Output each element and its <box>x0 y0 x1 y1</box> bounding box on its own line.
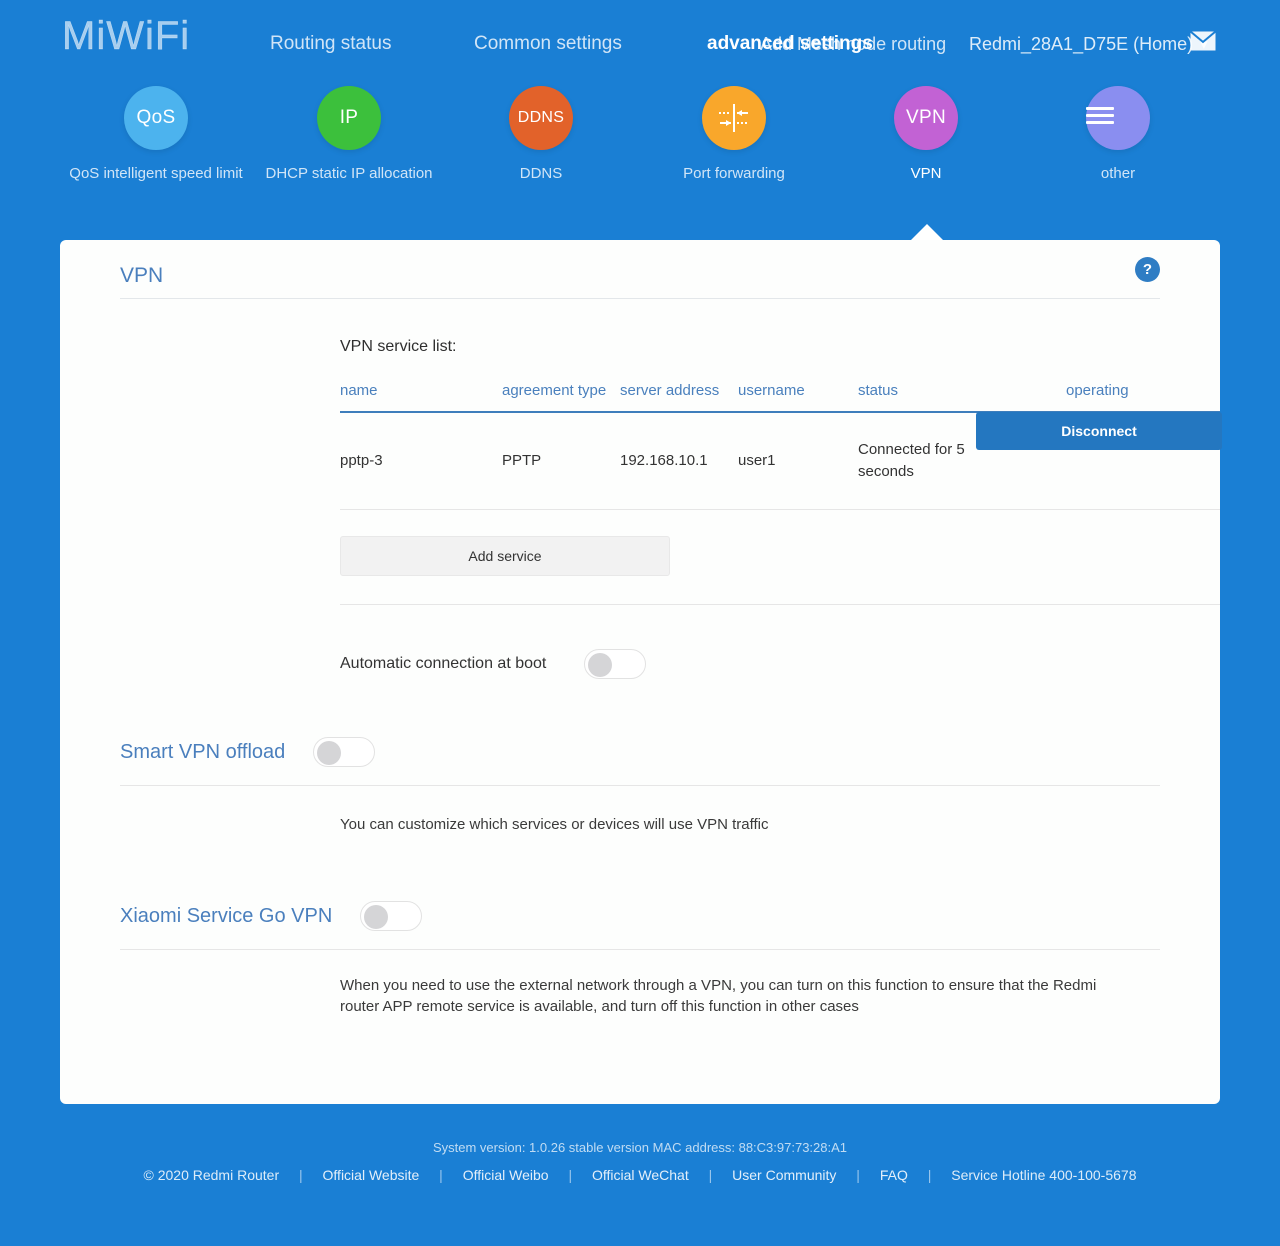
feature-ddns[interactable]: DDNS DDNS <box>446 86 636 184</box>
ddns-icon: DDNS <box>509 86 573 150</box>
footer-links: © 2020 Redmi Router | Official Website |… <box>0 1165 1280 1185</box>
cell-type: PPTP <box>502 452 542 469</box>
feature-other-label: other <box>1100 165 1136 182</box>
xiaomi-service-go-vpn-toggle-knob <box>364 905 389 929</box>
footer-service-hotline: Service Hotline 400-100-5678 <box>951 1167 1137 1183</box>
column-header-operating: operating <box>1066 382 1129 399</box>
cell-username: user1 <box>738 452 776 469</box>
auto-connect-row: Automatic connection at boot <box>340 649 1220 679</box>
feature-qos-label: QoS intelligent speed limit <box>69 165 243 182</box>
auto-connect-label: Automatic connection at boot <box>340 655 547 672</box>
auto-connect-toggle[interactable] <box>584 649 647 679</box>
footer-link-user-community[interactable]: User Community <box>732 1167 836 1183</box>
column-header-name: name <box>340 382 378 399</box>
mail-icon[interactable] <box>1189 30 1217 51</box>
status-badge: Connected for 5 seconds <box>858 441 965 480</box>
card-pointer-triangle <box>911 224 943 240</box>
xiaomi-service-go-vpn-label: Xiaomi Service Go VPN <box>120 905 333 927</box>
qos-icon: QoS <box>124 86 188 150</box>
hamburger-icon <box>1086 86 1150 150</box>
router-name-label: Redmi_28A1_D75E (Home) <box>969 34 1194 54</box>
help-icon[interactable]: ? <box>1135 257 1160 282</box>
feature-dhcp-label: DHCP static IP allocation <box>265 165 433 182</box>
page-footer: System version: 1.0.26 stable version MA… <box>0 1104 1280 1185</box>
xiaomi-service-go-vpn-toggle[interactable] <box>360 901 423 931</box>
table-header-row: name agreement type server address usern… <box>340 381 1220 412</box>
footer-separator: | <box>568 1167 573 1183</box>
smart-vpn-offload-section: Smart VPN offload You can customize whic… <box>120 719 1160 835</box>
column-header-status: status <box>858 382 899 399</box>
footer-link-official-weibo[interactable]: Official Weibo <box>463 1167 549 1183</box>
nav-item-add-mesh-node-routing[interactable]: Add Mesh node routing <box>760 31 946 57</box>
top-navigation-bar: MiWiFi Routing status Common settings ad… <box>0 0 1280 86</box>
ddns-icon-glyph: DDNS <box>517 109 565 126</box>
feature-port-forwarding-label: Port forwarding <box>683 165 785 182</box>
cell-status-and-action: Connected for 5 seconds Disconnect <box>858 412 1222 510</box>
cell-address: 192.168.10.1 <box>620 452 708 469</box>
cell-name: pptp-3 <box>340 452 383 469</box>
card-header: VPN ? <box>120 240 1160 298</box>
auto-connect-toggle-knob <box>588 653 613 677</box>
footer-separator: | <box>708 1167 713 1183</box>
router-selector[interactable]: Redmi_28A1_D75E (Home)▾ <box>969 31 1208 58</box>
service-section-divider <box>340 604 1220 605</box>
system-version-text: System version: 1.0.26 stable version MA… <box>432 1140 848 1155</box>
footer-copyright: © 2020 Redmi Router <box>143 1167 280 1183</box>
smart-vpn-offload-row: Smart VPN offload <box>120 719 1160 785</box>
vpn-settings-card: VPN ? VPN service list: name agreement t… <box>60 240 1222 1104</box>
page-title: VPN <box>120 264 164 287</box>
port-forwarding-icon <box>702 86 766 150</box>
disconnect-button[interactable]: Disconnect <box>976 412 1222 450</box>
smart-vpn-offload-toggle-knob <box>317 741 342 765</box>
vpn-service-list-title: VPN service list: <box>340 338 457 355</box>
vpn-icon: VPN <box>894 86 958 150</box>
feature-dhcp[interactable]: IP DHCP static IP allocation <box>254 86 444 184</box>
vpn-service-section: VPN service list: name agreement type se… <box>60 335 1222 679</box>
feature-port-forwarding[interactable]: Port forwarding <box>639 86 829 184</box>
vpn-service-table: name agreement type server address usern… <box>340 381 1222 510</box>
footer-separator: | <box>439 1167 443 1183</box>
ip-icon-glyph: IP <box>339 107 359 128</box>
feature-other[interactable]: other <box>1023 86 1213 184</box>
xiaomi-service-go-vpn-row: Xiaomi Service Go VPN <box>120 883 1160 949</box>
feature-ddns-label: DDNS <box>519 165 563 182</box>
smart-vpn-offload-toggle[interactable] <box>313 737 376 767</box>
footer-link-official-website[interactable]: Official Website <box>323 1167 420 1183</box>
xiaomi-service-go-vpn-description: When you need to use the external networ… <box>340 977 1097 1015</box>
header-divider <box>120 298 1160 299</box>
ip-icon: IP <box>317 86 381 150</box>
qos-icon-glyph: QoS <box>136 107 176 128</box>
column-header-username: username <box>738 382 805 399</box>
table-row: pptp-3 PPTP 192.168.10.1 user1 Connected… <box>340 412 1222 510</box>
feature-vpn-label: VPN <box>910 165 942 182</box>
feature-vpn[interactable]: VPN VPN <box>831 86 1021 184</box>
footer-link-official-wechat[interactable]: Official WeChat <box>592 1167 689 1183</box>
feature-qos[interactable]: QoS QoS intelligent speed limit <box>61 86 251 184</box>
nav-item-routing-status[interactable]: Routing status <box>270 31 391 57</box>
footer-separator: | <box>856 1167 860 1183</box>
smart-vpn-offload-description: You can customize which services or devi… <box>340 816 769 833</box>
nav-item-common-settings[interactable]: Common settings <box>474 31 622 57</box>
add-service-button[interactable]: Add service <box>340 536 670 576</box>
vpn-icon-glyph: VPN <box>906 107 946 128</box>
column-header-type: agreement type <box>502 382 607 399</box>
column-header-address: server address <box>620 382 720 399</box>
feature-icon-row: QoS QoS intelligent speed limit IP DHCP … <box>0 86 1280 240</box>
footer-link-faq[interactable]: FAQ <box>880 1167 908 1183</box>
content-card-wrapper: VPN ? VPN service list: name agreement t… <box>0 224 1280 1104</box>
miwifi-logo: MiWiFi <box>62 14 191 58</box>
footer-separator: | <box>299 1167 303 1183</box>
smart-vpn-offload-label: Smart VPN offload <box>120 741 286 763</box>
footer-separator: | <box>927 1167 932 1183</box>
xiaomi-service-go-vpn-section: Xiaomi Service Go VPN When you need to u… <box>120 883 1160 1017</box>
